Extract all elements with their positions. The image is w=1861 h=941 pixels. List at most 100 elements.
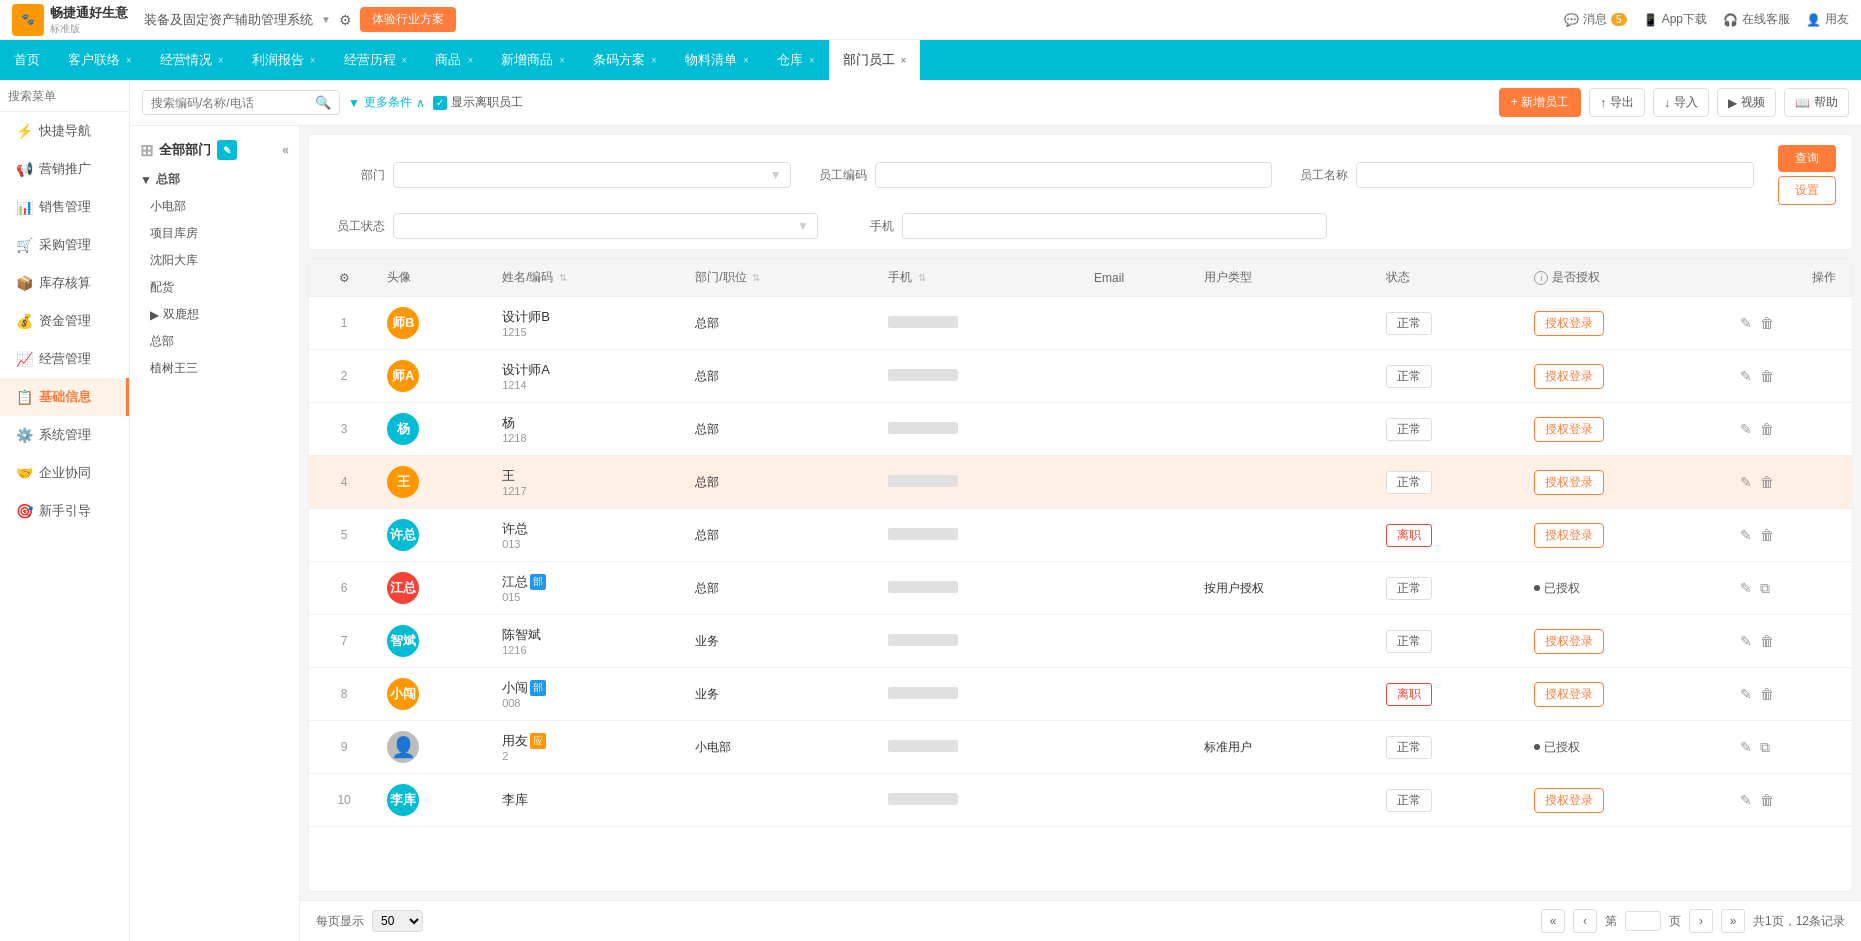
close-icon[interactable]: × <box>651 55 657 66</box>
auth-button[interactable]: 授权登录 <box>1534 311 1604 336</box>
edit-icon[interactable]: ✎ <box>1740 368 1752 384</box>
dept-node-peihuo[interactable]: 配货 <box>130 274 299 301</box>
prev-page-button[interactable]: ‹ <box>1573 909 1597 933</box>
show-resigned-toggle[interactable]: ✓ 显示离职员工 <box>433 94 523 111</box>
sidebar-item-system[interactable]: ⚙️ 系统管理 <box>0 416 129 454</box>
close-icon[interactable]: × <box>743 55 749 66</box>
app-download-button[interactable]: 📱 App下载 <box>1643 11 1707 28</box>
search-input[interactable] <box>151 96 311 110</box>
dept-node-zongbu2[interactable]: 总部 <box>130 328 299 355</box>
sidebar-item-purchase[interactable]: 🛒 采购管理 <box>0 226 129 264</box>
delete-icon[interactable]: 🗑 <box>1760 633 1774 649</box>
dept-node-xmkf[interactable]: 项目库房 <box>130 220 299 247</box>
close-icon[interactable]: × <box>901 55 907 66</box>
edit-icon[interactable]: ✎ <box>1740 315 1752 331</box>
page-input[interactable]: 1 <box>1625 911 1661 931</box>
close-icon[interactable]: × <box>559 55 565 66</box>
sidebar-item-finance[interactable]: 💰 资金管理 <box>0 302 129 340</box>
dept-select[interactable]: ▼ <box>393 162 791 188</box>
edit-icon[interactable]: ✎ <box>1740 739 1752 756</box>
auth-button[interactable]: 授权登录 <box>1534 417 1604 442</box>
tab-home[interactable]: 首页 <box>0 40 54 80</box>
delete-icon[interactable]: 🗑 <box>1760 474 1774 490</box>
sidebar-item-marketing[interactable]: 📢 营销推广 <box>0 150 129 188</box>
last-page-button[interactable]: » <box>1721 909 1745 933</box>
auth-button[interactable]: 授权登录 <box>1534 629 1604 654</box>
auth-button[interactable]: 授权登录 <box>1534 470 1604 495</box>
close-icon[interactable]: × <box>402 55 408 66</box>
sidebar-item-collab[interactable]: 🤝 企业协同 <box>0 454 129 492</box>
dept-edit-button[interactable]: ✎ <box>217 140 237 160</box>
import-button[interactable]: ↓ 导入 <box>1653 88 1709 117</box>
trial-button[interactable]: 体验行业方案 <box>360 7 456 32</box>
col-settings[interactable]: ⚙ <box>309 259 379 297</box>
settings-button[interactable]: ⚙ <box>339 12 352 28</box>
edit-icon[interactable]: ✎ <box>1740 633 1752 649</box>
dept-node-zongbu[interactable]: ▼ 总部 <box>130 166 299 193</box>
edit-icon[interactable]: ✎ <box>1740 792 1752 808</box>
first-page-button[interactable]: « <box>1541 909 1565 933</box>
info-icon[interactable]: i <box>1534 271 1548 285</box>
sidebar-item-guide[interactable]: 🎯 新手引导 <box>0 492 129 530</box>
delete-icon[interactable]: 🗑 <box>1760 315 1774 331</box>
delete-icon[interactable]: 🗑 <box>1760 792 1774 808</box>
tab-profit[interactable]: 利润报告 × <box>238 40 330 80</box>
dept-node-xiaodian[interactable]: 小电部 <box>130 193 299 220</box>
col-name[interactable]: 姓名/编码 ⇅ <box>494 259 687 297</box>
sidebar-item-business[interactable]: 📈 经营管理 <box>0 340 129 378</box>
tab-warehouse[interactable]: 仓库 × <box>763 40 829 80</box>
tab-bom[interactable]: 物料清单 × <box>671 40 763 80</box>
tab-operation[interactable]: 经营情况 × <box>146 40 238 80</box>
filter-btn[interactable]: ▼ 更多条件 ∧ <box>348 94 425 111</box>
tab-goods[interactable]: 商品 × <box>421 40 487 80</box>
tab-customer[interactable]: 客户联络 × <box>54 40 146 80</box>
delete-icon[interactable]: 🗑 <box>1760 421 1774 437</box>
dept-collapse-button[interactable]: « <box>282 143 289 157</box>
tab-barcode[interactable]: 条码方案 × <box>579 40 671 80</box>
close-icon[interactable]: × <box>310 55 316 66</box>
online-service-button[interactable]: 🎧 在线客服 <box>1723 11 1790 28</box>
show-resigned-checkbox[interactable]: ✓ <box>433 96 447 110</box>
close-icon[interactable]: × <box>809 55 815 66</box>
tab-staff[interactable]: 部门员工 × <box>829 40 921 80</box>
auth-button[interactable]: 授权登录 <box>1534 523 1604 548</box>
edit-icon[interactable]: ✎ <box>1740 527 1752 543</box>
col-dept[interactable]: 部门/职位 ⇅ <box>687 259 880 297</box>
add-employee-button[interactable]: + 新增员工 <box>1499 88 1581 117</box>
copy-icon[interactable]: ⧉ <box>1760 739 1770 756</box>
export-button[interactable]: ↑ 导出 <box>1589 88 1645 117</box>
phone-input[interactable] <box>902 213 1327 239</box>
sidebar-item-inventory[interactable]: 📦 库存核算 <box>0 264 129 302</box>
query-button[interactable]: 查询 <box>1778 145 1836 172</box>
close-icon[interactable]: × <box>126 55 132 66</box>
sidebar-item-basic-info[interactable]: 📋 基础信息 <box>0 378 129 416</box>
edit-icon[interactable]: ✎ <box>1740 421 1752 437</box>
employee-code-input[interactable] <box>875 162 1273 188</box>
copy-icon[interactable]: ⧉ <box>1760 580 1770 597</box>
dept-node-shuanglu[interactable]: ▶ 双鹿想 <box>130 301 299 328</box>
page-size-select[interactable]: 50 100 200 <box>372 910 423 932</box>
col-phone[interactable]: 手机 ⇅ <box>880 259 1086 297</box>
employee-name-input[interactable] <box>1356 162 1754 188</box>
auth-button[interactable]: 授权登录 <box>1534 788 1604 813</box>
sidebar-item-quick-nav[interactable]: ⚡ 快捷导航 <box>0 112 129 150</box>
view-button[interactable]: ▶ 视频 <box>1717 88 1776 117</box>
user-menu-button[interactable]: 👤 用友 <box>1806 11 1849 28</box>
auth-button[interactable]: 授权登录 <box>1534 682 1604 707</box>
delete-icon[interactable]: 🗑 <box>1760 686 1774 702</box>
next-page-button[interactable]: › <box>1689 909 1713 933</box>
edit-icon[interactable]: ✎ <box>1740 580 1752 597</box>
dept-node-shenyang[interactable]: 沈阳大库 <box>130 247 299 274</box>
delete-icon[interactable]: 🗑 <box>1760 368 1774 384</box>
set-button[interactable]: 设置 <box>1778 176 1836 205</box>
auth-button[interactable]: 授权登录 <box>1534 364 1604 389</box>
sidebar-search-input[interactable] <box>8 89 130 103</box>
tab-add-goods[interactable]: 新增商品 × <box>487 40 579 80</box>
edit-icon[interactable]: ✎ <box>1740 474 1752 490</box>
delete-icon[interactable]: 🗑 <box>1760 527 1774 543</box>
system-title-dropdown[interactable]: ▼ <box>321 14 331 25</box>
dept-node-zhishu[interactable]: 植树王三 <box>130 355 299 382</box>
help-button[interactable]: 📖 帮助 <box>1784 88 1849 117</box>
close-icon[interactable]: × <box>218 55 224 66</box>
status-select[interactable]: ▼ <box>393 213 818 239</box>
